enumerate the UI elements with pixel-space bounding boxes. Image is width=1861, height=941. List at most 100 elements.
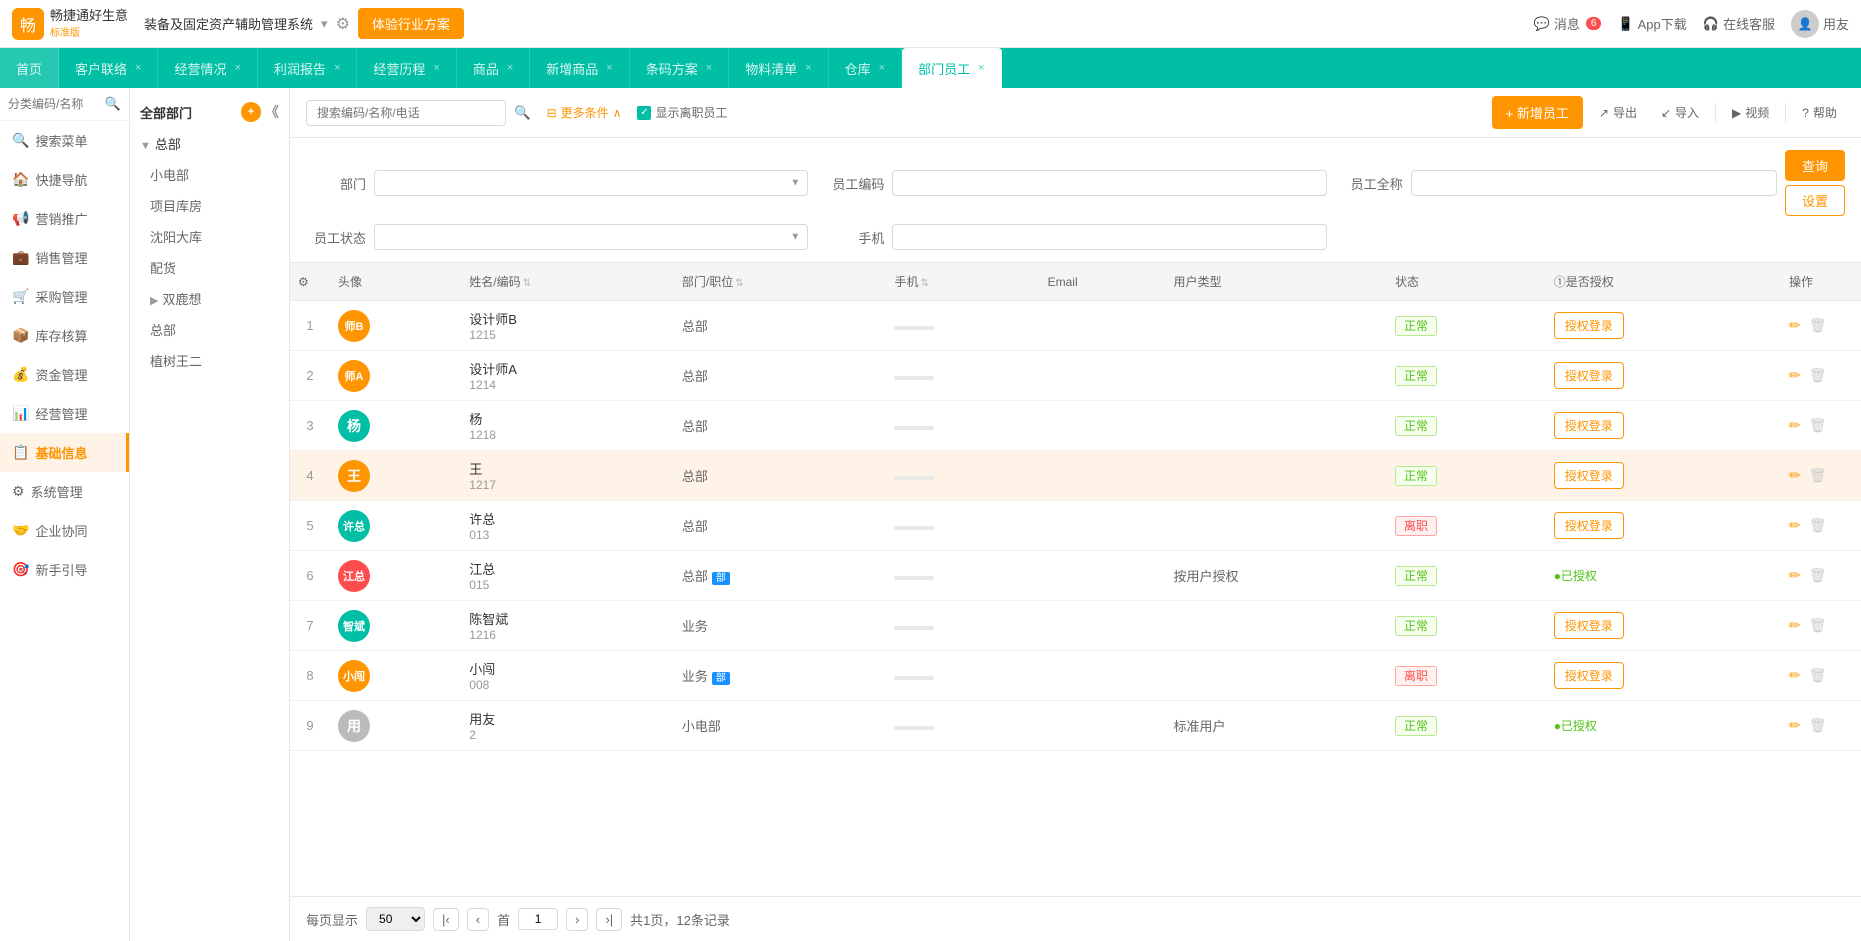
- auth-login-button[interactable]: 授权登录: [1554, 662, 1624, 689]
- row-auth[interactable]: 授权登录: [1546, 651, 1781, 701]
- auth-login-button[interactable]: 授权登录: [1554, 412, 1624, 439]
- sidebar-search-input[interactable]: [8, 97, 101, 111]
- close-icon[interactable]: ×: [606, 62, 612, 74]
- status-select[interactable]: [374, 224, 808, 250]
- close-icon[interactable]: ×: [433, 62, 439, 74]
- delete-button[interactable]: 🗑: [1809, 667, 1827, 683]
- auth-login-button[interactable]: 授权登录: [1554, 362, 1624, 389]
- dept-item-project[interactable]: 项目库房: [130, 190, 289, 221]
- dept-item-planting[interactable]: 植树王二: [130, 345, 289, 376]
- delete-button[interactable]: 🗑: [1809, 367, 1827, 383]
- sidebar-item-basic[interactable]: 📋 基础信息: [0, 433, 129, 472]
- nav-tab-profit[interactable]: 利润报告×: [258, 48, 357, 88]
- auth-login-button[interactable]: 授权登录: [1554, 612, 1624, 639]
- delete-button[interactable]: 🗑: [1809, 417, 1827, 433]
- dept-item-general[interactable]: ▼总部: [130, 128, 289, 159]
- nav-tab-home[interactable]: 首页: [0, 48, 59, 88]
- sidebar-item-marketing[interactable]: 📢 营销推广: [0, 199, 129, 238]
- prev-page-button[interactable]: ‹: [467, 908, 489, 931]
- sidebar-item-search[interactable]: 🔍 搜索菜单: [0, 121, 129, 160]
- close-icon[interactable]: ×: [706, 62, 712, 74]
- import-button[interactable]: ↙ 导入: [1653, 100, 1707, 125]
- emp-code-input[interactable]: [892, 170, 1326, 196]
- row-auth[interactable]: 授权登录: [1546, 601, 1781, 651]
- col-phone[interactable]: 手机⇅: [886, 263, 1039, 301]
- next-page-button[interactable]: ›: [566, 908, 588, 931]
- add-employee-button[interactable]: + 新增员工: [1492, 96, 1583, 129]
- delete-button[interactable]: 🗑: [1809, 517, 1827, 533]
- edit-button[interactable]: ✏: [1789, 417, 1801, 433]
- sidebar-item-system[interactable]: ⚙ 系统管理: [0, 472, 129, 511]
- col-settings[interactable]: ⚙: [290, 263, 330, 301]
- edit-button[interactable]: ✏: [1789, 717, 1801, 733]
- search-input[interactable]: [306, 100, 506, 126]
- edit-button[interactable]: ✏: [1789, 367, 1801, 383]
- sidebar-item-purchase[interactable]: 🛒 采购管理: [0, 277, 129, 316]
- sidebar-item-nav[interactable]: 🏠 快捷导航: [0, 160, 129, 199]
- delete-button[interactable]: 🗑: [1809, 717, 1827, 733]
- app-download-button[interactable]: 📱 App下载: [1617, 14, 1686, 33]
- edit-button[interactable]: ✏: [1789, 667, 1801, 683]
- trial-button[interactable]: 体验行业方案: [358, 8, 464, 39]
- row-auth[interactable]: 授权登录: [1546, 301, 1781, 351]
- row-auth[interactable]: 授权登录: [1546, 351, 1781, 401]
- auth-login-button[interactable]: 授权登录: [1554, 462, 1624, 489]
- last-page-button[interactable]: ›|: [596, 908, 622, 931]
- show-resigned-toggle[interactable]: ✓ 显示离职员工: [637, 104, 727, 121]
- dept-select[interactable]: [374, 170, 808, 196]
- dept-item-shenyang[interactable]: 沈阳大库: [130, 221, 289, 252]
- search-button[interactable]: 🔍: [514, 105, 531, 121]
- online-service-button[interactable]: 🎧 在线客服: [1703, 14, 1775, 33]
- video-button[interactable]: ▶ 视频: [1724, 100, 1777, 125]
- help-button[interactable]: ? 帮助: [1794, 100, 1845, 125]
- edit-button[interactable]: ✏: [1789, 567, 1801, 583]
- close-icon[interactable]: ×: [135, 62, 141, 74]
- dept-collapse-btn[interactable]: 《: [265, 102, 279, 122]
- more-filter-button[interactable]: ⊟ 更多条件 ∧: [539, 100, 630, 125]
- edit-button[interactable]: ✏: [1789, 517, 1801, 533]
- sidebar-item-business[interactable]: 📊 经营管理: [0, 394, 129, 433]
- message-button[interactable]: 💬 消息 6: [1534, 14, 1602, 33]
- nav-tab-barcode[interactable]: 条码方案×: [630, 48, 729, 88]
- user-avatar[interactable]: 👤 用友: [1791, 10, 1849, 38]
- edit-button[interactable]: ✏: [1789, 467, 1801, 483]
- col-dept[interactable]: 部门/职位⇅: [674, 263, 887, 301]
- edit-button[interactable]: ✏: [1789, 317, 1801, 333]
- close-icon[interactable]: ×: [805, 62, 811, 74]
- first-page-button[interactable]: |‹: [433, 908, 459, 931]
- sidebar-item-sales[interactable]: 💼 销售管理: [0, 238, 129, 277]
- sidebar-item-finance[interactable]: 💰 资金管理: [0, 355, 129, 394]
- sidebar-item-inventory[interactable]: 📦 库存核算: [0, 316, 129, 355]
- dept-item-shuanglu[interactable]: ▶双鹿想: [130, 283, 289, 314]
- auth-login-button[interactable]: 授权登录: [1554, 512, 1624, 539]
- nav-tab-goods[interactable]: 商品×: [457, 48, 530, 88]
- dept-item-small-elec[interactable]: 小电部: [130, 159, 289, 190]
- settings-icon[interactable]: ⚙: [336, 14, 350, 34]
- close-icon[interactable]: ×: [334, 62, 340, 74]
- close-icon[interactable]: ×: [507, 62, 513, 74]
- phone-input[interactable]: [892, 224, 1326, 250]
- nav-tab-warehouse[interactable]: 仓库×: [829, 48, 902, 88]
- nav-tab-customer[interactable]: 客户联络×: [59, 48, 158, 88]
- delete-button[interactable]: 🗑: [1809, 317, 1827, 333]
- nav-tab-department[interactable]: 部门员工×: [902, 48, 1001, 88]
- page-number-input[interactable]: [518, 908, 558, 930]
- nav-tab-history[interactable]: 经营历程×: [357, 48, 456, 88]
- delete-button[interactable]: 🗑: [1809, 467, 1827, 483]
- dept-item-hq[interactable]: 总部: [130, 314, 289, 345]
- close-icon[interactable]: ×: [234, 62, 240, 74]
- edit-button[interactable]: ✏: [1789, 617, 1801, 633]
- page-size-select[interactable]: 50 100: [366, 907, 425, 931]
- delete-button[interactable]: 🗑: [1809, 567, 1827, 583]
- row-auth[interactable]: 授权登录: [1546, 451, 1781, 501]
- sidebar-item-guide[interactable]: 🎯 新手引导: [0, 550, 129, 589]
- close-icon[interactable]: ×: [978, 62, 984, 74]
- nav-tab-new-goods[interactable]: 新增商品×: [530, 48, 629, 88]
- close-icon[interactable]: ×: [879, 62, 885, 74]
- export-button[interactable]: ↗ 导出: [1591, 100, 1645, 125]
- col-name[interactable]: 姓名/编码⇅: [461, 263, 674, 301]
- row-auth[interactable]: 授权登录: [1546, 501, 1781, 551]
- auth-login-button[interactable]: 授权登录: [1554, 312, 1624, 339]
- delete-button[interactable]: 🗑: [1809, 617, 1827, 633]
- emp-name-input[interactable]: [1411, 170, 1777, 196]
